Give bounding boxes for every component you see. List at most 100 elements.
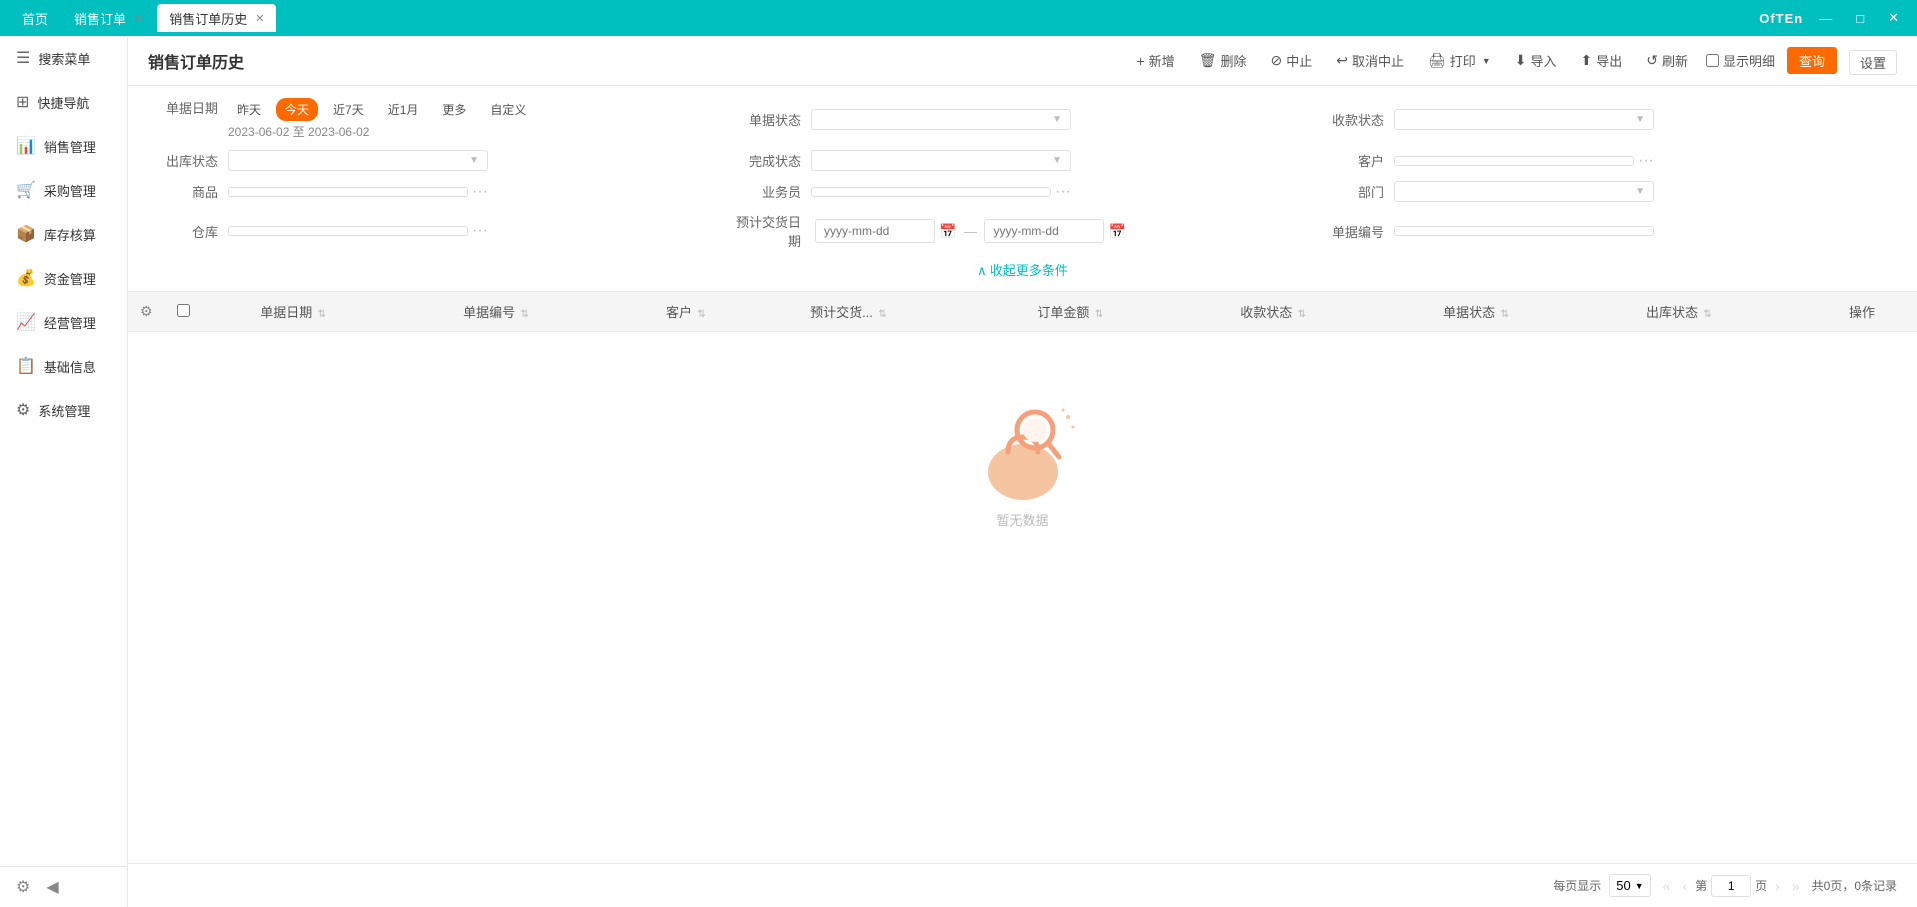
- delivery-date-from[interactable]: [815, 219, 935, 243]
- sidebar-item-finance[interactable]: 💰 资金管理: [0, 256, 127, 300]
- sort-outbound-status-icon: ⇅: [1703, 309, 1711, 320]
- tab-home-label: 首页: [22, 9, 48, 28]
- per-page-select[interactable]: 50 ▼: [1609, 874, 1650, 897]
- finance-icon: 💰: [16, 268, 36, 288]
- sidebar-item-system[interactable]: ⚙ 系统管理: [0, 388, 127, 432]
- th-customer[interactable]: 客户 ⇅: [654, 292, 798, 332]
- settings-button[interactable]: 设置: [1849, 50, 1897, 75]
- date-more[interactable]: 更多: [433, 98, 475, 121]
- delete-icon: 🗑: [1199, 52, 1217, 69]
- warehouse-input[interactable]: [228, 226, 468, 236]
- select-all-checkbox[interactable]: [177, 304, 190, 317]
- date-7days[interactable]: 近7天: [324, 98, 373, 121]
- export-icon: ⬆: [1580, 52, 1592, 69]
- export-label: 导出: [1596, 51, 1622, 70]
- sidebar-item-quicknav-label: 快捷导航: [37, 93, 89, 112]
- sidebar-item-system-label: 系统管理: [38, 401, 90, 420]
- content-area: 销售订单历史 + 新增 🗑 删除 ⊘ 中止 ↩ 取消中止: [128, 36, 1917, 907]
- minimize-button[interactable]: —: [1811, 9, 1840, 28]
- display-columns-toggle[interactable]: 显示明细: [1706, 51, 1775, 70]
- import-button[interactable]: ⬇ 导入: [1509, 47, 1563, 74]
- date-custom[interactable]: 自定义: [481, 98, 535, 121]
- date-today[interactable]: 今天: [276, 98, 318, 121]
- sidebar-item-purchase-label: 采购管理: [44, 181, 96, 200]
- th-settings[interactable]: ⚙: [128, 292, 165, 332]
- brand-label: OfTEn: [1759, 11, 1803, 26]
- sort-bill-no-icon: ⇅: [520, 309, 528, 320]
- tab-sales-order[interactable]: 销售订单 ✕: [62, 4, 155, 32]
- purchase-icon: 🛒: [16, 180, 36, 200]
- salesperson-dots[interactable]: ···: [1051, 183, 1075, 201]
- cal-to-icon[interactable]: 📅: [1108, 223, 1125, 240]
- tab-sales-order-close[interactable]: ✕: [134, 12, 143, 25]
- sidebar-item-quicknav[interactable]: ⊞ 快捷导航: [0, 80, 127, 124]
- sidebar-settings-icon[interactable]: ⚙: [16, 877, 30, 897]
- sidebar-item-search[interactable]: ☰ 搜索菜单: [0, 36, 127, 80]
- maximize-button[interactable]: □: [1848, 9, 1872, 28]
- th-payment-status[interactable]: 收款状态 ⇅: [1228, 292, 1431, 332]
- refresh-button[interactable]: ↺ 刷新: [1640, 47, 1694, 74]
- th-checkbox[interactable]: [165, 292, 249, 332]
- customer-input[interactable]: [1394, 156, 1634, 166]
- prev-page-button[interactable]: ‹: [1678, 876, 1691, 896]
- tab-sales-history-close[interactable]: ✕: [255, 12, 264, 25]
- new-label: 新增: [1149, 51, 1175, 70]
- th-delivery[interactable]: 预计交货... ⇅: [798, 292, 1025, 332]
- delete-button[interactable]: 🗑 删除: [1193, 47, 1253, 74]
- close-button[interactable]: ✕: [1880, 8, 1907, 28]
- sidebar-item-operations[interactable]: 📈 经营管理: [0, 300, 127, 344]
- department-select[interactable]: ▼: [1394, 181, 1654, 202]
- cancel-stop-label: 取消中止: [1352, 51, 1404, 70]
- payment-status-select[interactable]: ▼: [1394, 109, 1654, 130]
- tab-sales-history[interactable]: 销售订单历史 ✕: [157, 4, 276, 32]
- complete-status-select[interactable]: ▼: [811, 150, 1071, 171]
- display-columns-checkbox[interactable]: [1706, 54, 1719, 67]
- sort-date-icon: ⇅: [318, 309, 326, 320]
- sidebar-item-basic[interactable]: 📋 基础信息: [0, 344, 127, 388]
- product-input[interactable]: [228, 187, 468, 197]
- product-dots[interactable]: ···: [468, 183, 492, 201]
- sidebar-item-inventory[interactable]: 📦 库存核算: [0, 212, 127, 256]
- complete-status-arrow-icon: ▼: [1052, 155, 1062, 166]
- collapse-row[interactable]: ∧ 收起更多条件: [148, 260, 1897, 279]
- date-1month[interactable]: 近1月: [379, 98, 428, 121]
- warehouse-dots[interactable]: ···: [468, 222, 492, 240]
- collapse-icon: ∧: [977, 263, 987, 278]
- first-page-button[interactable]: «: [1659, 876, 1675, 896]
- new-button[interactable]: + 新增: [1130, 47, 1180, 74]
- customer-dots[interactable]: ···: [1634, 152, 1658, 170]
- th-bill-status[interactable]: 单据状态 ⇅: [1431, 292, 1634, 332]
- print-button[interactable]: 🖨 打印 ▼: [1422, 47, 1497, 74]
- stop-button[interactable]: ⊘ 中止: [1264, 47, 1318, 74]
- outbound-status-select[interactable]: ▼: [228, 150, 488, 171]
- bill-status-select[interactable]: ▼: [811, 109, 1071, 130]
- last-page-button[interactable]: »: [1788, 876, 1804, 896]
- bill-no-input[interactable]: [1394, 226, 1654, 236]
- delivery-date-to[interactable]: [984, 219, 1104, 243]
- salesperson-input[interactable]: [811, 187, 1051, 197]
- filter-row-4: 仓库 ··· 预计交货日期 📅 — 📅 单据编号: [148, 212, 1897, 250]
- query-button[interactable]: 查询: [1787, 47, 1837, 74]
- th-bill-no[interactable]: 单据编号 ⇅: [451, 292, 654, 332]
- cal-from-icon[interactable]: 📅: [939, 223, 956, 240]
- export-button[interactable]: ⬆ 导出: [1574, 47, 1628, 74]
- page-number-input[interactable]: [1711, 875, 1751, 897]
- cancel-stop-button[interactable]: ↩ 取消中止: [1330, 47, 1410, 74]
- th-amount[interactable]: 订单金额 ⇅: [1025, 292, 1228, 332]
- page-suffix-label: 页: [1755, 877, 1767, 894]
- th-date[interactable]: 单据日期 ⇅: [248, 292, 451, 332]
- tab-home[interactable]: 首页: [10, 4, 60, 32]
- sidebar-item-operations-label: 经营管理: [44, 313, 96, 332]
- sidebar-collapse-icon[interactable]: ◀: [46, 877, 58, 897]
- toolbar: + 新增 🗑 删除 ⊘ 中止 ↩ 取消中止 🖨 打印: [1130, 46, 1897, 75]
- table-settings-icon[interactable]: ⚙: [140, 303, 153, 319]
- department-arrow-icon: ▼: [1635, 186, 1645, 197]
- sidebar-item-purchase[interactable]: 🛒 采购管理: [0, 168, 127, 212]
- next-page-button[interactable]: ›: [1771, 876, 1784, 896]
- date-yesterday[interactable]: 昨天: [228, 98, 270, 121]
- empty-text: 暂无数据: [996, 510, 1048, 529]
- sidebar-item-sales[interactable]: 📊 销售管理: [0, 124, 127, 168]
- date-options: 昨天 今天 近7天 近1月 更多 自定义: [228, 98, 535, 121]
- th-outbound-status[interactable]: 出库状态 ⇅: [1634, 292, 1837, 332]
- date-separator: —: [960, 224, 980, 239]
